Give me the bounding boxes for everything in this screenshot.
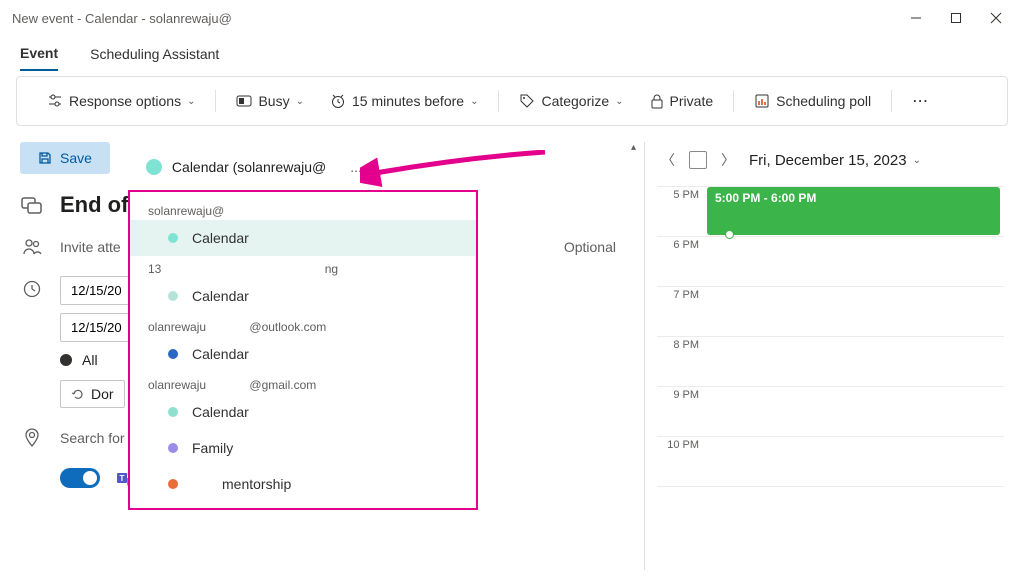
location-input[interactable]: Search for (60, 430, 125, 446)
sliders-icon (47, 93, 63, 109)
chevron-down-icon: ⌄ (386, 159, 398, 176)
scroll-up-icon[interactable]: ▴ (631, 142, 636, 153)
toolbar: Response options ⌄ Busy ⌄ 15 minutes bef… (16, 76, 1008, 126)
calendar-color-dot (168, 291, 178, 301)
busy-status-button[interactable]: Busy ⌄ (226, 87, 314, 115)
event-title-input[interactable]: End of (60, 192, 128, 218)
scheduling-poll-button[interactable]: Scheduling poll (744, 87, 881, 115)
dropdown-calendar-item[interactable]: Family (130, 430, 476, 466)
private-button[interactable]: Private (640, 87, 724, 115)
chevron-down-icon: ⌄ (913, 155, 921, 166)
calendar-color-dot (168, 479, 178, 489)
dropdown-account-label: olanrewaju @outlook.com (130, 314, 476, 336)
calendar-selector[interactable]: Calendar (solanrewaju@ ... ⌄ (146, 159, 398, 176)
dropdown-account-label: olanrewaju @gmail.com (130, 372, 476, 394)
lock-icon (650, 93, 664, 109)
categorize-button[interactable]: Categorize ⌄ (509, 87, 633, 115)
time-label: 9 PM (657, 387, 707, 436)
more-options-button[interactable]: ⋯ (902, 85, 940, 117)
minimize-button[interactable] (908, 10, 924, 26)
teams-meeting-toggle[interactable] (60, 468, 100, 488)
chevron-down-icon: ⌄ (296, 96, 304, 107)
chevron-down-icon: ⌄ (470, 96, 478, 107)
dropdown-calendar-item[interactable]: Calendar (130, 394, 476, 430)
svg-text:T: T (120, 474, 125, 483)
dropdown-calendar-item[interactable]: Calendar (130, 278, 476, 314)
title-icon (20, 195, 44, 215)
busy-icon (236, 95, 252, 107)
tab-bar: Event Scheduling Assistant (0, 36, 1024, 72)
event-form: Save Calendar (solanrewaju@ ... ⌄ End of… (20, 142, 636, 570)
titlebar: New event - Calendar - solanrewaju@ (0, 0, 1024, 36)
calendar-color-dot (168, 407, 178, 417)
dropdown-calendar-item[interactable]: mentorship (130, 466, 476, 502)
alarm-icon (330, 93, 346, 109)
save-icon (38, 151, 52, 165)
response-options-button[interactable]: Response options ⌄ (37, 87, 205, 115)
time-label: 5 PM (657, 187, 707, 236)
tab-event[interactable]: Event (20, 37, 58, 71)
chevron-down-icon: ⌄ (615, 96, 623, 107)
time-label: 10 PM (657, 437, 707, 486)
time-label: 8 PM (657, 337, 707, 386)
time-grid[interactable]: 5:00 PM - 6:00 PM 5 PM 6 PM 7 PM 8 PM 9 … (657, 186, 1004, 487)
dropdown-account-label: solanrewaju@ (130, 198, 476, 220)
day-preview-panel: 〈 〉 Fri, December 15, 2023 ⌄ 5:00 PM - 6… (644, 142, 1004, 570)
calendar-color-dot (146, 159, 162, 175)
clock-icon (20, 276, 44, 298)
people-icon (20, 238, 44, 256)
tab-scheduling-assistant[interactable]: Scheduling Assistant (90, 38, 219, 70)
location-icon (20, 428, 44, 448)
dropdown-account-label: 13 ng (130, 256, 476, 278)
optional-attendees-button[interactable]: Optional (564, 239, 636, 255)
event-resize-handle[interactable] (725, 230, 734, 239)
close-button[interactable] (988, 10, 1004, 26)
calendar-color-dot (168, 233, 178, 243)
preview-date-selector[interactable]: Fri, December 15, 2023 ⌄ (749, 152, 921, 169)
event-preview-block[interactable]: 5:00 PM - 6:00 PM (707, 187, 1000, 235)
chevron-down-icon: ⌄ (187, 96, 195, 107)
time-label: 6 PM (657, 237, 707, 286)
repeat-button[interactable]: Dor (60, 380, 125, 408)
prev-day-button[interactable]: 〈 (657, 146, 679, 174)
poll-icon (754, 93, 770, 109)
save-button[interactable]: Save (20, 142, 110, 174)
ellipsis-icon: ⋯ (912, 91, 930, 111)
dropdown-calendar-item[interactable]: Calendar (130, 336, 476, 372)
time-label: 7 PM (657, 287, 707, 336)
calendar-color-dot (168, 349, 178, 359)
today-button[interactable] (689, 151, 707, 169)
maximize-button[interactable] (948, 10, 964, 26)
calendar-dropdown: solanrewaju@ Calendar 13 ng Calendar ola… (128, 190, 478, 510)
invite-attendees-input[interactable]: Invite atte (60, 239, 121, 255)
reminder-button[interactable]: 15 minutes before ⌄ (320, 87, 488, 115)
tag-icon (519, 93, 535, 109)
window-title: New event - Calendar - solanrewaju@ (12, 11, 908, 26)
repeat-icon (71, 387, 85, 401)
dropdown-calendar-item[interactable]: Calendar (130, 220, 476, 256)
calendar-color-dot (168, 443, 178, 453)
next-day-button[interactable]: 〉 (717, 146, 739, 174)
allday-toggle[interactable] (60, 354, 72, 366)
